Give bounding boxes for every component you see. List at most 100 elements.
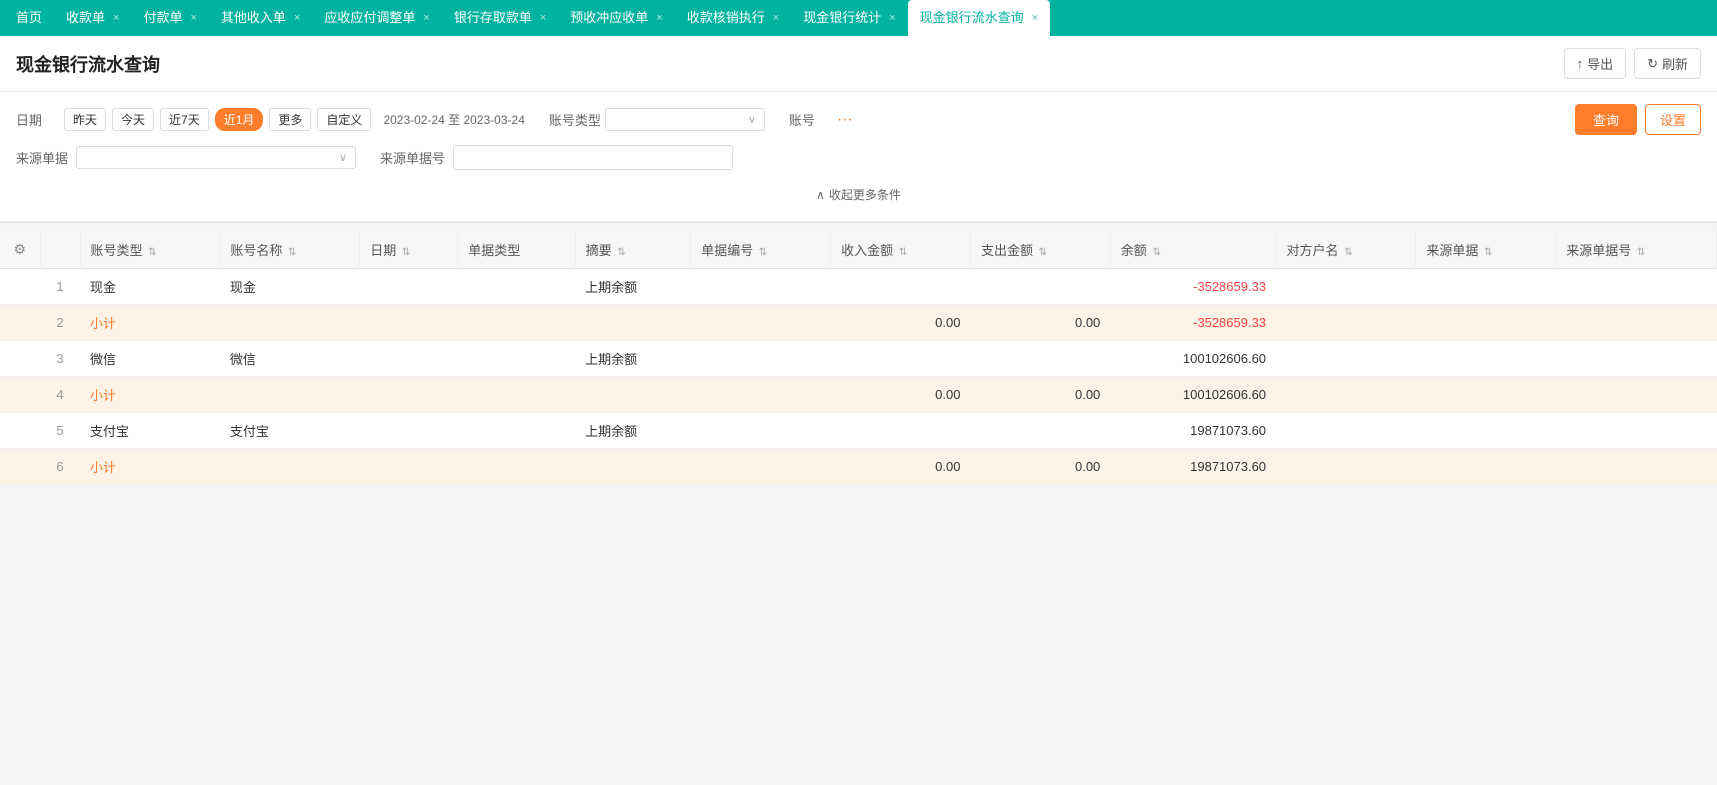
source-doc-filter: 来源单据 ∨ xyxy=(16,146,356,169)
th-source-doc-num-label: 来源单据号 xyxy=(1566,243,1631,258)
cell-income xyxy=(831,413,971,449)
nav-collection[interactable]: 收款核销执行 × xyxy=(675,0,791,36)
nav-advance[interactable]: 预收冲应收单 × xyxy=(558,0,674,36)
date-7days-btn[interactable]: 近7天 xyxy=(160,108,209,131)
nav-bank-stats[interactable]: 现金银行统计 × xyxy=(791,0,907,36)
cell-doc-num xyxy=(691,305,831,341)
date-yesterday-btn[interactable]: 昨天 xyxy=(64,108,106,131)
source-doc-label: 来源单据 xyxy=(16,148,68,167)
nav-payment[interactable]: 付款单 × xyxy=(131,0,208,36)
th-income[interactable]: 收入金额 ⇅ xyxy=(831,231,971,269)
date-custom-btn[interactable]: 自定义 xyxy=(317,108,371,131)
th-account-name[interactable]: 账号名称 ⇅ xyxy=(220,231,360,269)
sort-account-type-icon: ⇅ xyxy=(148,247,156,258)
top-navigation: 首页 收款单 × 付款单 × 其他收入单 × 应收应付调整单 × 银行存取款单 … xyxy=(0,0,1717,36)
close-advance-icon[interactable]: × xyxy=(656,0,662,36)
sort-expense-icon: ⇅ xyxy=(1039,247,1047,258)
source-doc-select[interactable]: ∨ xyxy=(76,146,356,169)
cell-date xyxy=(360,449,458,485)
th-source-doc[interactable]: 来源单据 ⇅ xyxy=(1416,231,1556,269)
cell-income: 0.00 xyxy=(831,377,971,413)
cell-counterpart xyxy=(1276,269,1416,305)
close-bank-deposit-icon[interactable]: × xyxy=(540,0,546,36)
source-doc-num-input[interactable] xyxy=(453,145,733,170)
th-expense[interactable]: 支出金额 ⇅ xyxy=(970,231,1110,269)
table-row[interactable]: 6 小计 0.00 0.00 19871073.60 xyxy=(0,449,1717,485)
cell-doc-num xyxy=(691,377,831,413)
cell-summary xyxy=(575,305,691,341)
cell-account-type: 现金 xyxy=(80,269,220,305)
th-settings[interactable]: ⚙ xyxy=(0,231,40,269)
nav-adjustment[interactable]: 应收应付调整单 × xyxy=(312,0,441,36)
collapse-up-icon: ∧ xyxy=(816,188,825,202)
th-doc-num-label: 单据编号 xyxy=(701,243,753,258)
chevron-down-icon: ∨ xyxy=(748,113,756,126)
cell-source-doc xyxy=(1416,413,1556,449)
th-account-type[interactable]: 账号类型 ⇅ xyxy=(80,231,220,269)
sort-date-icon: ⇅ xyxy=(402,247,410,258)
collapse-bar[interactable]: ∧ 收起更多条件 xyxy=(16,180,1701,209)
cell-counterpart xyxy=(1276,449,1416,485)
table-row[interactable]: 5 支付宝 支付宝 上期余额 19871073.60 xyxy=(0,413,1717,449)
nav-home[interactable]: 首页 xyxy=(4,0,54,36)
th-doc-type-label: 单据类型 xyxy=(468,243,520,258)
cell-doc-num xyxy=(691,413,831,449)
nav-bank-flow[interactable]: 现金银行流水查询 × xyxy=(908,0,1050,36)
date-more-btn[interactable]: 更多 xyxy=(269,108,311,131)
cell-source-doc-num xyxy=(1556,413,1717,449)
cell-date xyxy=(360,305,458,341)
gear-icon[interactable]: ⚙ xyxy=(13,241,26,257)
cell-row-num: 4 xyxy=(40,377,80,413)
settings-button[interactable]: 设置 xyxy=(1645,104,1701,135)
cell-date xyxy=(360,341,458,377)
account-type-select[interactable]: ∨ xyxy=(605,108,765,131)
close-other-income-icon[interactable]: × xyxy=(294,0,300,36)
th-date[interactable]: 日期 ⇅ xyxy=(360,231,458,269)
th-doc-num[interactable]: 单据编号 ⇅ xyxy=(691,231,831,269)
sort-counterpart-icon: ⇅ xyxy=(1344,247,1352,258)
close-collection-icon[interactable]: × xyxy=(773,0,779,36)
cell-source-doc-num xyxy=(1556,449,1717,485)
account-dots-icon[interactable]: ··· xyxy=(833,107,857,133)
cell-date xyxy=(360,269,458,305)
th-account-name-label: 账号名称 xyxy=(230,243,282,258)
th-source-doc-num[interactable]: 来源单据号 ⇅ xyxy=(1556,231,1717,269)
cell-balance: 100102606.60 xyxy=(1110,377,1276,413)
query-button[interactable]: 查询 xyxy=(1575,104,1637,135)
table-row[interactable]: 3 微信 微信 上期余额 100102606.60 xyxy=(0,341,1717,377)
nav-bank-deposit[interactable]: 银行存取款单 × xyxy=(442,0,558,36)
th-counterpart[interactable]: 对方户名 ⇅ xyxy=(1276,231,1416,269)
refresh-button[interactable]: ↻ 刷新 xyxy=(1634,48,1701,79)
data-table-wrapper: ⚙ 账号类型 ⇅ 账号名称 ⇅ 日期 ⇅ 单据类型 xyxy=(0,231,1717,485)
sort-doc-num-icon: ⇅ xyxy=(759,247,767,258)
date-range-display: 2023-02-24 至 2023-03-24 xyxy=(383,111,524,128)
cell-account-name xyxy=(220,449,360,485)
cell-account-type: 小计 xyxy=(80,377,220,413)
close-payment-icon[interactable]: × xyxy=(190,0,196,36)
th-balance[interactable]: 余额 ⇅ xyxy=(1110,231,1276,269)
table-row[interactable]: 1 现金 现金 上期余额 -3528659.33 xyxy=(0,269,1717,305)
date-label: 日期 xyxy=(16,110,56,129)
filter-row-source: 来源单据 ∨ 来源单据号 xyxy=(16,145,1701,170)
cell-account-type: 小计 xyxy=(80,449,220,485)
table-row[interactable]: 2 小计 0.00 0.00 -3528659.33 xyxy=(0,305,1717,341)
close-bank-flow-icon[interactable]: × xyxy=(1032,0,1038,36)
close-bank-stats-icon[interactable]: × xyxy=(889,0,895,36)
table-row[interactable]: 4 小计 0.00 0.00 100102606.60 xyxy=(0,377,1717,413)
th-expense-label: 支出金额 xyxy=(981,243,1033,258)
cell-expense xyxy=(970,341,1110,377)
page-title: 现金银行流水查询 xyxy=(16,51,160,89)
nav-other-income[interactable]: 其他收入单 × xyxy=(209,0,312,36)
source-doc-chevron-icon: ∨ xyxy=(339,151,347,164)
sort-source-doc-num-icon: ⇅ xyxy=(1637,247,1645,258)
th-summary[interactable]: 摘要 ⇅ xyxy=(575,231,691,269)
nav-receipt[interactable]: 收款单 × xyxy=(54,0,131,36)
th-income-label: 收入金额 xyxy=(841,243,893,258)
close-adjustment-icon[interactable]: × xyxy=(423,0,429,36)
th-source-doc-label: 来源单据 xyxy=(1426,243,1478,258)
cell-balance: 19871073.60 xyxy=(1110,413,1276,449)
date-today-btn[interactable]: 今天 xyxy=(112,108,154,131)
close-receipt-icon[interactable]: × xyxy=(113,0,119,36)
export-button[interactable]: ↑ 导出 xyxy=(1564,48,1627,79)
date-1month-btn[interactable]: 近1月 xyxy=(215,108,264,131)
